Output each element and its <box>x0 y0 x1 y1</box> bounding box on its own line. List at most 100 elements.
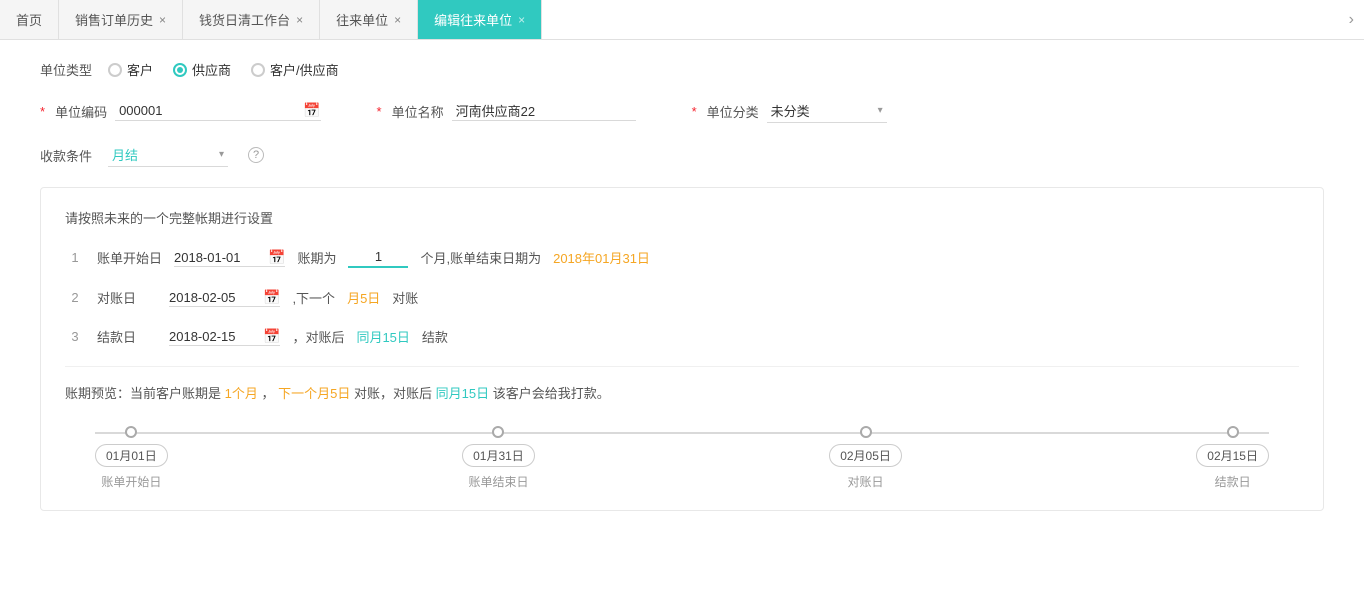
date-field-2[interactable] <box>169 290 259 305</box>
section-box: 请按照未来的一个完整帐期进行设置 1 账单开始日 📅 账期为 个月,账单结束日期… <box>40 187 1324 511</box>
data-row-2: 2 对账日 📅 ,下一个 月5日 对账 <box>65 288 1299 307</box>
unit-category-select[interactable]: 未分类 ▾ <box>767 99 887 123</box>
period-input[interactable] <box>348 247 408 268</box>
unit-code-input-wrapper: 📅 <box>115 101 320 121</box>
unit-name-input[interactable] <box>452 101 636 121</box>
date-field-3[interactable] <box>169 329 259 344</box>
chevron-down-icon-payment: ▾ <box>219 149 224 160</box>
node-dot-2 <box>860 426 872 438</box>
end-label-1: 个月,账单结束日期为 <box>420 248 541 267</box>
unit-category-group: * 单位分类 未分类 ▾ <box>692 99 887 123</box>
preview-part4: 同月15日 <box>436 386 489 401</box>
required-mark: * <box>40 104 45 119</box>
unit-type-row: 单位类型 客户 供应商 客户/供应商 <box>40 60 1324 79</box>
calendar-icon-2[interactable]: 📅 <box>263 289 280 306</box>
radio-both-label: 客户/供应商 <box>270 60 339 79</box>
preview-part1: 1个月 <box>225 386 258 401</box>
node-label-0: 账单开始日 <box>101 473 161 490</box>
preview-comma1: ， <box>262 386 275 401</box>
field-label-3: 结款日 <box>97 327 157 346</box>
tab-home-label: 首页 <box>16 10 42 29</box>
radio-circle-supplier <box>173 63 187 77</box>
tab-cash-work[interactable]: 钱货日清工作台 × <box>183 0 320 39</box>
chevron-down-icon: ▾ <box>878 105 883 116</box>
date-input-1: 📅 <box>174 249 285 267</box>
tab-cash-work-label: 钱货日清工作台 <box>199 10 290 29</box>
radio-both[interactable]: 客户/供应商 <box>251 60 339 79</box>
preview-part3: 对账，对账后 <box>354 386 432 401</box>
close-icon[interactable]: × <box>296 13 303 27</box>
main-content: 单位类型 客户 供应商 客户/供应商 * 单位编码 📅 <box>0 40 1364 608</box>
node-badge-0: 01月01日 <box>95 444 168 467</box>
calendar-icon-1[interactable]: 📅 <box>268 249 285 266</box>
date-input-2: 📅 <box>169 289 280 307</box>
required-mark-cat: * <box>692 104 697 119</box>
row-num-2: 2 <box>65 290 85 305</box>
node-dot-3 <box>1227 426 1239 438</box>
desc-suffix-2: 对账 <box>392 288 418 307</box>
desc-suffix-3: 结款 <box>422 327 448 346</box>
node-badge-3: 02月15日 <box>1196 444 1269 467</box>
end-date-1: 2018年01月31日 <box>553 248 650 267</box>
data-row-1: 1 账单开始日 📅 账期为 个月,账单结束日期为 2018年01月31日 <box>65 247 1299 268</box>
calendar-icon-3[interactable]: 📅 <box>263 328 280 345</box>
close-icon[interactable]: × <box>518 13 525 27</box>
unit-code-label: 单位编码 <box>55 102 107 121</box>
section-title: 请按照未来的一个完整帐期进行设置 <box>65 208 1299 227</box>
radio-supplier[interactable]: 供应商 <box>173 60 231 79</box>
timeline-node-0: 01月01日 账单开始日 <box>95 426 168 490</box>
node-badge-2: 02月05日 <box>829 444 902 467</box>
unit-code-group: * 单位编码 📅 <box>40 101 321 121</box>
tab-edit-partner[interactable]: 编辑往来单位 × <box>418 0 542 39</box>
expand-icon: › <box>1349 11 1354 29</box>
tab-edit-partner-label: 编辑往来单位 <box>434 10 512 29</box>
timeline-node-1: 01月31日 账单结束日 <box>462 426 535 490</box>
node-dot-1 <box>492 426 504 438</box>
unit-category-value: 未分类 <box>771 101 872 120</box>
unit-code-input[interactable] <box>115 101 299 120</box>
date-field-1[interactable] <box>174 250 264 265</box>
calendar-icon[interactable]: 📅 <box>303 102 320 119</box>
radio-customer[interactable]: 客户 <box>108 60 153 79</box>
unit-category-label: 单位分类 <box>707 102 759 121</box>
radio-circle-both <box>251 63 265 77</box>
field-label-2: 对账日 <box>97 288 157 307</box>
payment-label: 收款条件 <box>40 146 92 165</box>
desc-highlight-3: 同月15日 <box>356 327 409 346</box>
preview-text: 账期预览：当前客户账期是 1个月 ， 下一个月5日 对账，对账后 同月15日 该… <box>65 383 1299 402</box>
desc-prefix-2: ,下一个 <box>292 288 335 307</box>
tab-bar: 首页 销售订单历史 × 钱货日清工作台 × 往来单位 × 编辑往来单位 × › <box>0 0 1364 40</box>
tab-sales-history[interactable]: 销售订单历史 × <box>59 0 183 39</box>
unit-name-group: * 单位名称 <box>377 101 636 121</box>
close-icon[interactable]: × <box>394 13 401 27</box>
unit-type-label: 单位类型 <box>40 60 92 79</box>
expand-button[interactable]: › <box>1339 0 1364 39</box>
date-input-3: 📅 <box>169 328 280 346</box>
payment-value: 月结 <box>112 145 213 164</box>
payment-select[interactable]: 月结 ▾ <box>108 143 228 167</box>
help-icon[interactable]: ? <box>248 147 264 163</box>
preview-section: 账期预览：当前客户账期是 1个月 ， 下一个月5日 对账，对账后 同月15日 该… <box>65 366 1299 490</box>
field-label-1: 账单开始日 <box>97 248 162 267</box>
node-badge-1: 01月31日 <box>462 444 535 467</box>
desc-highlight-2: 月5日 <box>347 288 380 307</box>
node-label-2: 对账日 <box>848 473 884 490</box>
required-mark-name: * <box>377 104 382 119</box>
radio-customer-label: 客户 <box>127 60 153 79</box>
preview-label: 账期预览：当前客户账期是 <box>65 386 221 401</box>
timeline-node-3: 02月15日 结款日 <box>1196 426 1269 490</box>
tab-partner[interactable]: 往来单位 × <box>320 0 418 39</box>
preview-part2: 下一个月5日 <box>278 386 350 401</box>
tab-sales-history-label: 销售订单历史 <box>75 10 153 29</box>
mid-label-1: 账期为 <box>297 248 336 267</box>
radio-circle-customer <box>108 63 122 77</box>
timeline-nodes: 01月01日 账单开始日 01月31日 账单结束日 02月05日 对账日 <box>95 426 1269 490</box>
unit-name-label: 单位名称 <box>392 102 444 121</box>
unit-details-row: * 单位编码 📅 * 单位名称 * 单位分类 未分类 ▾ <box>40 99 1324 123</box>
close-icon[interactable]: × <box>159 13 166 27</box>
radio-supplier-label: 供应商 <box>192 60 231 79</box>
tab-home[interactable]: 首页 <box>0 0 59 39</box>
preview-part5: 该客户会给我打款。 <box>493 386 610 401</box>
row-num-3: 3 <box>65 329 85 344</box>
node-label-3: 结款日 <box>1215 473 1251 490</box>
